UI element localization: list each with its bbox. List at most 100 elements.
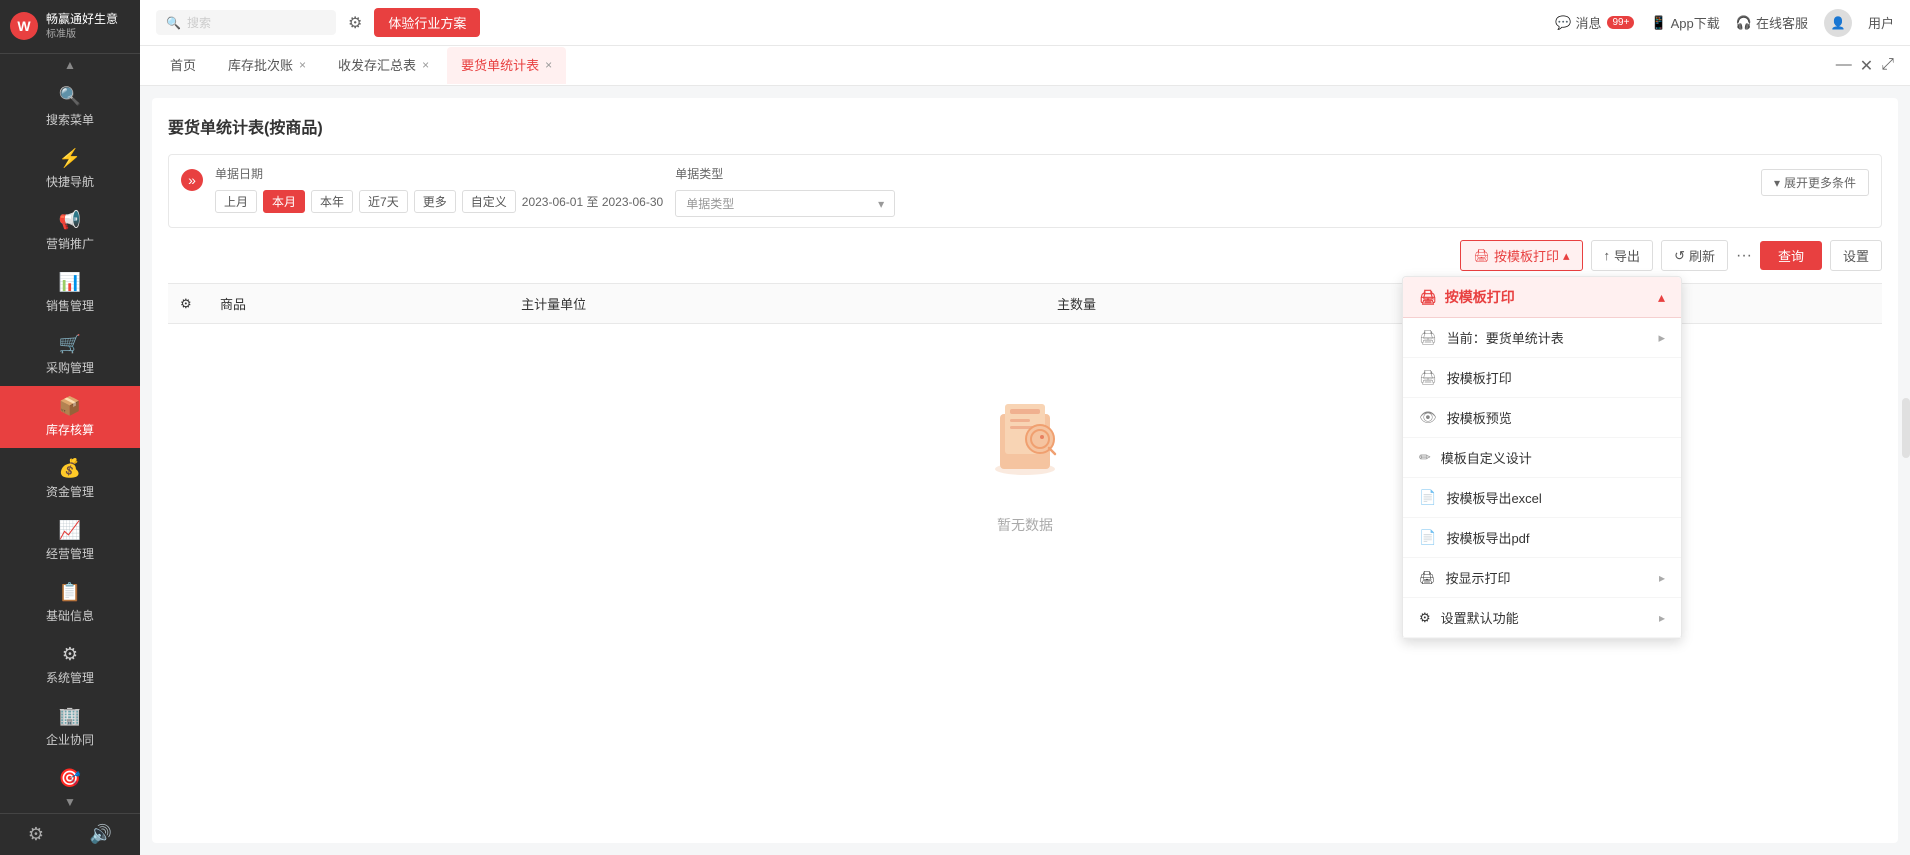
topbar-gear-btn[interactable]: ⚙ [348, 13, 362, 33]
bill-type-label: 单据类型 [675, 165, 895, 182]
template-preview-item[interactable]: 👁 按模板预览 [1403, 398, 1681, 438]
sidebar-item-system[interactable]: ⚙ 系统管理 [0, 634, 140, 696]
sidebar-item-label: 销售管理 [46, 297, 94, 314]
template-preview-label: 按模板预览 [1447, 408, 1512, 427]
sidebar-item-inventory[interactable]: 📦 库存核算 [0, 386, 140, 448]
scroll-up-btn[interactable]: ▲ [0, 54, 140, 76]
filter-toggle-btn[interactable]: » [181, 169, 203, 191]
chevron-up-icon: ▴ [1563, 248, 1570, 264]
col-unit: 主计量单位 [509, 284, 1045, 324]
template-export-pdf-item[interactable]: 📄 按模板导出pdf [1403, 518, 1681, 558]
tabs-bar: 首页 库存批次账 × 收发存汇总表 × 要货单统计表 × — ✕ ⤢ [140, 46, 1910, 86]
scroll-down-btn[interactable]: ▼ [0, 791, 140, 813]
tab-home[interactable]: 首页 [156, 47, 210, 84]
app-name: 畅赢通好生意 标准版 [46, 12, 118, 41]
date-btn-current-month[interactable]: 本月 [263, 190, 305, 213]
tab-close-btn[interactable]: × [299, 58, 306, 72]
excel-icon: 📄 [1419, 489, 1436, 506]
query-button[interactable]: 查询 [1760, 241, 1822, 270]
export-icon: ↑ [1604, 248, 1611, 263]
bill-type-placeholder: 单据类型 [686, 195, 734, 212]
col-product: 商品 [208, 284, 509, 324]
settings-footer-btn[interactable]: ⚙ [28, 824, 44, 845]
date-btn-more[interactable]: 更多 [414, 190, 456, 213]
custom-icon: ✏ [1419, 449, 1431, 466]
sidebar-item-purchase[interactable]: 🛒 采购管理 [0, 324, 140, 386]
print-template-btn[interactable]: 🖨 按模板打印 ▴ [1460, 240, 1582, 271]
display-print-section[interactable]: 🖨 按显示打印 ▸ [1403, 558, 1681, 598]
enterprise-icon: 🏢 [59, 706, 81, 727]
app-download-btn[interactable]: 📱 App下载 [1650, 13, 1719, 32]
sidebar-item-marketing[interactable]: 📢 营销推广 [0, 200, 140, 262]
sidebar-item-newcomer[interactable]: 🎯 新手引导 [0, 758, 140, 791]
tab-receipt-summary[interactable]: 收发存汇总表 × [324, 47, 443, 84]
default-setting-section[interactable]: ⚙ 设置默认功能 ▸ [1403, 598, 1681, 638]
filter-bar: » 单据日期 上月 本月 本年 近7天 更多 自定义 2023-06-01 至 … [168, 154, 1882, 228]
template-custom-item[interactable]: ✏ 模板自定义设计 [1403, 438, 1681, 478]
date-options-row: 上月 本月 本年 近7天 更多 自定义 2023-06-01 至 2023-06… [215, 190, 663, 213]
tab-label: 要货单统计表 [461, 55, 539, 74]
sidebar-item-basic-info[interactable]: 📋 基础信息 [0, 572, 140, 634]
more-options-btn[interactable]: ··· [1736, 247, 1752, 265]
tab-order-stats[interactable]: 要货单统计表 × [447, 47, 566, 84]
tab-close-btn[interactable]: × [422, 58, 429, 72]
sidebar-item-label: 经营管理 [46, 545, 94, 562]
finance-icon: 💰 [59, 458, 81, 479]
close-window-icon[interactable]: ✕ [1860, 56, 1873, 76]
sidebar-item-enterprise[interactable]: 🏢 企业协同 [0, 696, 140, 758]
newcomer-icon: 🎯 [59, 768, 81, 789]
template-icon: 🖨 [1419, 329, 1437, 346]
sidebar-item-label: 资金管理 [46, 483, 94, 500]
page-title: 要货单统计表(按商品) [168, 114, 1882, 138]
purchase-icon: 🛒 [59, 334, 81, 355]
audio-footer-btn[interactable]: 🔊 [90, 824, 112, 845]
refresh-btn[interactable]: ↺ 刷新 [1661, 240, 1728, 271]
resize-handle[interactable] [1902, 398, 1910, 458]
date-filter-group: 单据日期 上月 本月 本年 近7天 更多 自定义 2023-06-01 至 20… [215, 165, 663, 213]
minimize-icon[interactable]: — [1836, 56, 1852, 76]
dropdown-chevron-up-icon[interactable]: ▴ [1658, 289, 1665, 306]
maximize-icon[interactable]: ⤢ [1881, 56, 1894, 76]
sidebar-item-search[interactable]: 🔍 搜索菜单 [0, 76, 140, 138]
chevron-right-icon: ▸ [1658, 330, 1665, 346]
print-dropdown-title: 按模板打印 [1445, 287, 1515, 307]
sidebar-footer: ⚙ 🔊 [0, 813, 140, 855]
industry-solution-button[interactable]: 体验行业方案 [374, 8, 480, 37]
sidebar-item-finance[interactable]: 💰 资金管理 [0, 448, 140, 510]
date-btn-7days[interactable]: 近7天 [359, 190, 408, 213]
printer-icon: 🖨 [1473, 248, 1490, 264]
print-dropdown: 🖨 按模板打印 ▴ 🖨 当前：要货单统计表 ▸ [1402, 276, 1682, 639]
export-btn[interactable]: ↑ 导出 [1591, 240, 1654, 271]
preview-icon: 👁 [1419, 409, 1437, 426]
sidebar-item-label: 系统管理 [46, 669, 94, 686]
tab-close-btn[interactable]: × [545, 58, 552, 72]
template-export-excel-item[interactable]: 📄 按模板导出excel [1403, 478, 1681, 518]
print-icon: 🖨 [1419, 369, 1437, 386]
avatar[interactable]: 👤 [1824, 9, 1852, 37]
date-range-display: 2023-06-01 至 2023-06-30 [522, 193, 663, 210]
current-template-item[interactable]: 🖨 当前：要货单统计表 ▸ [1403, 318, 1681, 358]
date-btn-prev-month[interactable]: 上月 [215, 190, 257, 213]
online-service-btn[interactable]: 🎧 在线客服 [1736, 13, 1808, 32]
sidebar-item-label: 采购管理 [46, 359, 94, 376]
col-settings[interactable]: ⚙ [168, 284, 208, 324]
message-btn[interactable]: 💬 消息 99+ [1555, 13, 1634, 32]
template-print-item[interactable]: 🖨 按模板打印 [1403, 358, 1681, 398]
content-area: 要货单统计表(按商品) » 单据日期 上月 本月 本年 近7天 更多 自定义 2… [140, 86, 1910, 855]
setting-button[interactable]: 设置 [1830, 240, 1882, 271]
date-filter-label: 单据日期 [215, 165, 663, 182]
date-btn-current-year[interactable]: 本年 [311, 190, 353, 213]
sidebar-item-operations[interactable]: 📈 经营管理 [0, 510, 140, 572]
expand-more-btn[interactable]: ▾ 展开更多条件 [1761, 169, 1869, 196]
chevron-right-icon: ▸ [1659, 611, 1665, 625]
sidebar-item-label: 快捷导航 [46, 173, 94, 190]
date-btn-custom[interactable]: 自定义 [462, 190, 516, 213]
search-input[interactable]: 🔍 搜索 [156, 10, 336, 35]
sidebar-item-sales[interactable]: 📊 销售管理 [0, 262, 140, 324]
sidebar-item-quick-nav[interactable]: ⚡ 快捷导航 [0, 138, 140, 200]
expand-label: 展开更多条件 [1784, 174, 1856, 191]
sidebar-nav: 🔍 搜索菜单 ⚡ 快捷导航 📢 营销推广 📊 销售管理 🛒 采购管理 📦 库存核… [0, 76, 140, 791]
operations-icon: 📈 [59, 520, 81, 541]
bill-type-select[interactable]: 单据类型 ▾ [675, 190, 895, 217]
tab-batch-account[interactable]: 库存批次账 × [214, 47, 320, 84]
